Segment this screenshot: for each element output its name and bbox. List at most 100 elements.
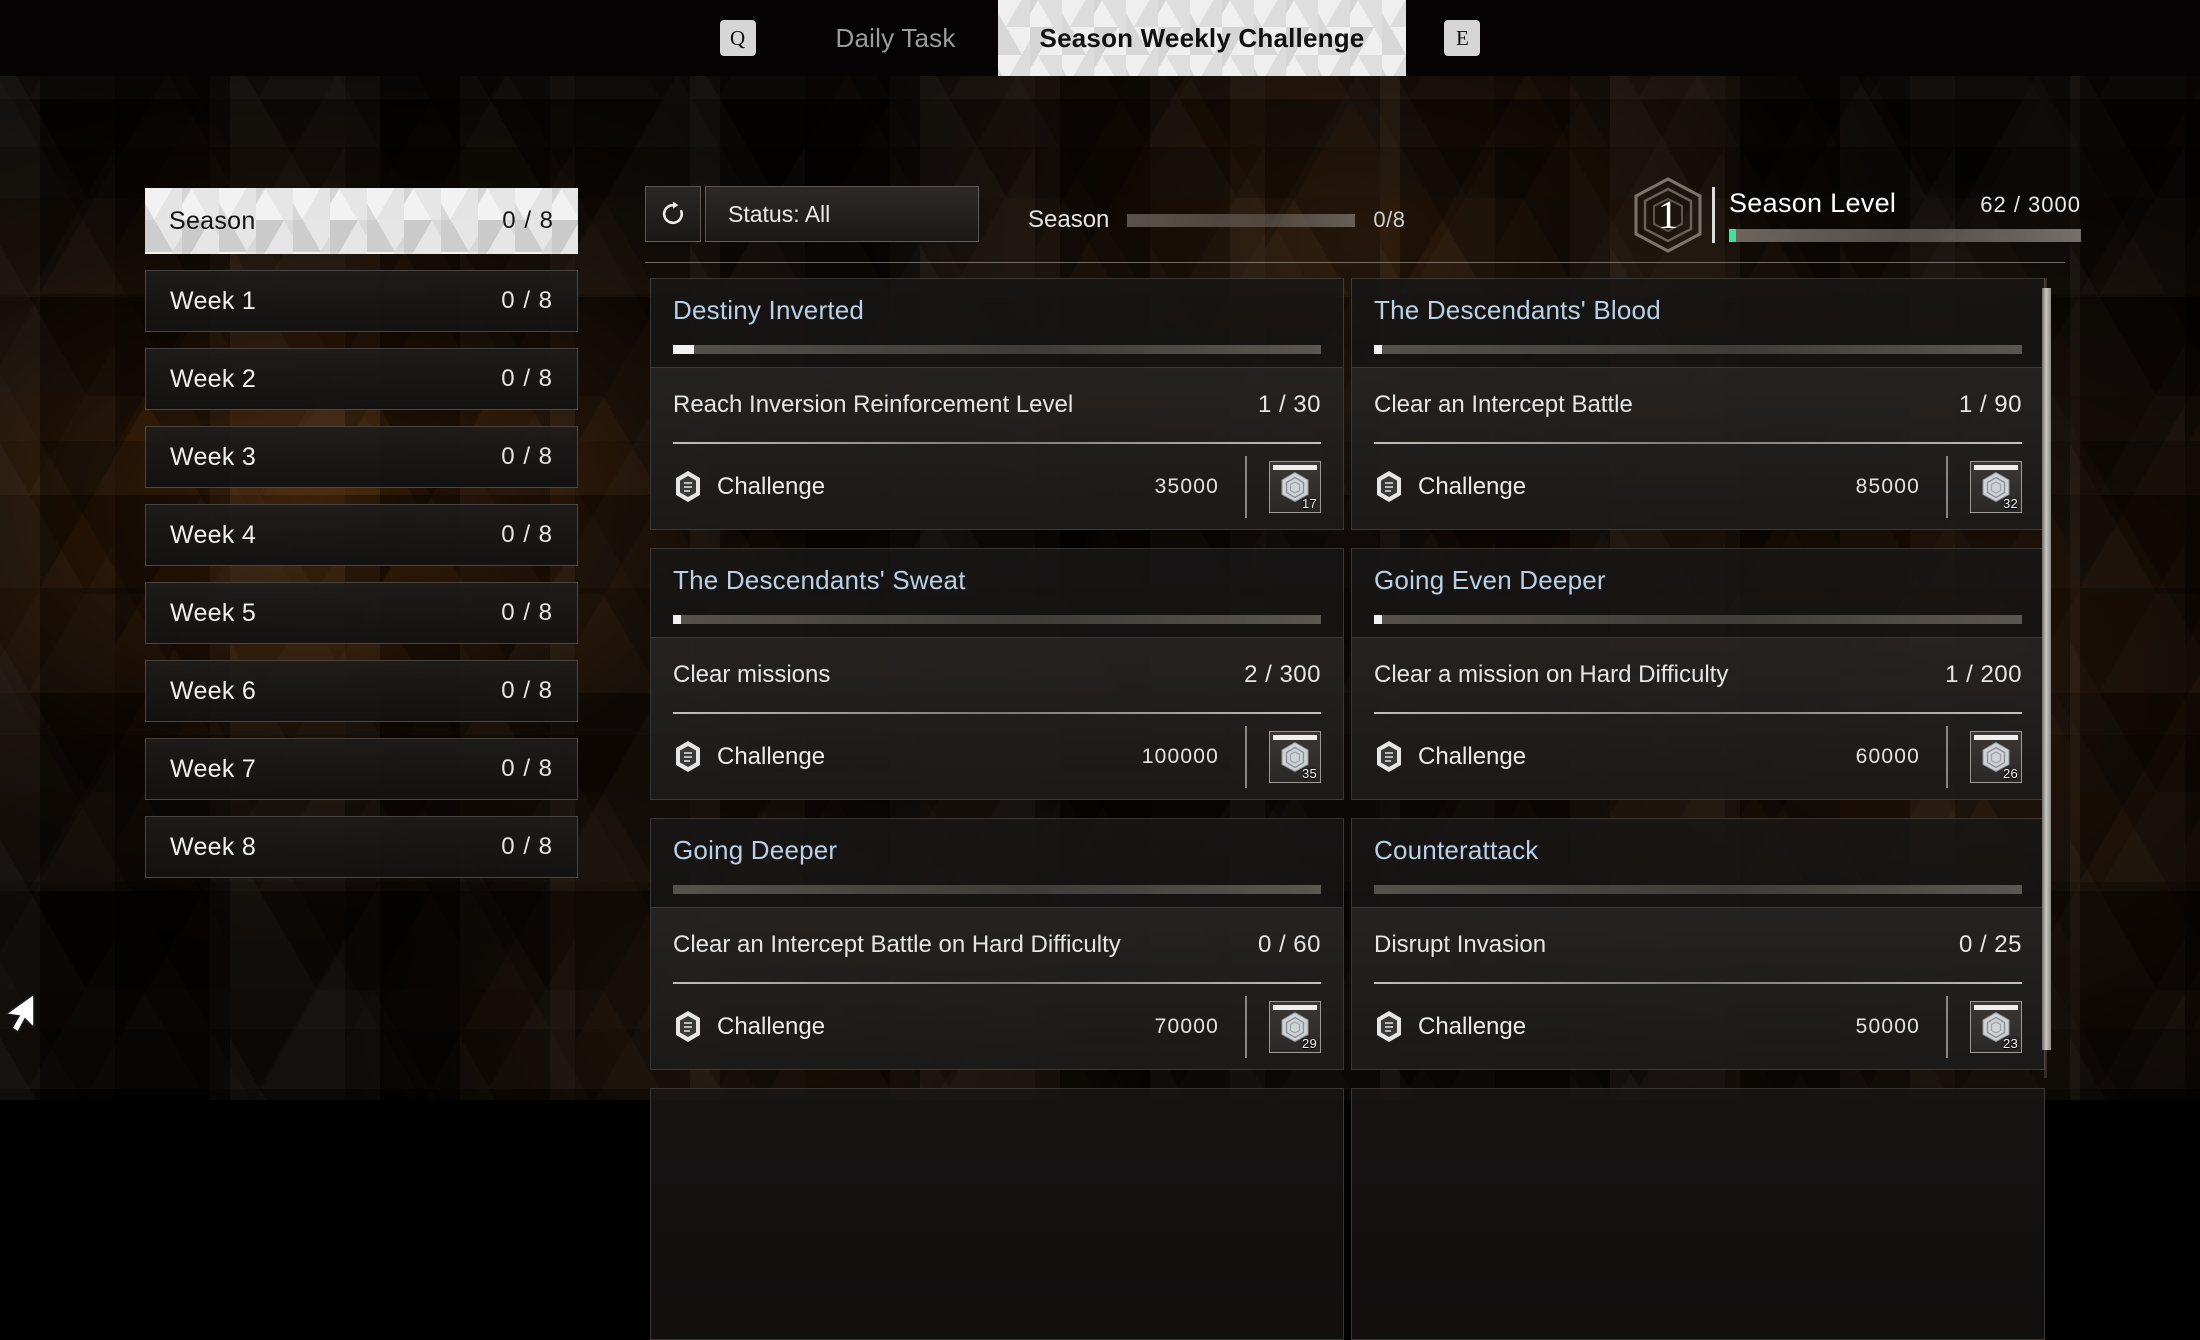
sidebar-item-week-6-count: 0 / 8	[501, 677, 553, 705]
challenge-card[interactable]: Going Deeper Clear an Intercept Battle o…	[650, 818, 1344, 1070]
season-level-progress-fill	[1729, 229, 1736, 242]
challenge-card-progress-fill	[673, 615, 681, 624]
challenge-card-body: Clear an Intercept Battle on Hard Diffic…	[651, 907, 1343, 1069]
sidebar-item-week-8-label: Week 8	[170, 833, 256, 862]
reward-item-quantity: 26	[2003, 766, 2018, 781]
season-progress-value: 0/8	[1373, 207, 1405, 233]
sidebar-item-week-8[interactable]: Week 8 0 / 8	[145, 816, 578, 878]
challenge-reward-row: Challenge 70000 29	[673, 984, 1321, 1069]
challenge-reward-separator	[1245, 726, 1247, 788]
challenge-card-progress-bar	[673, 615, 1321, 624]
challenge-reward-item-tile[interactable]: 23	[1970, 1001, 2022, 1053]
challenge-task-row: Disrupt Invasion 0 / 25	[1374, 908, 2022, 982]
season-level-amount: 62 / 3000	[1980, 192, 2081, 218]
sidebar-item-week-2[interactable]: Week 2 0 / 8	[145, 348, 578, 410]
sidebar-item-week-1[interactable]: Week 1 0 / 8	[145, 270, 578, 332]
refresh-button[interactable]	[645, 186, 701, 242]
content-top-divider	[645, 262, 2065, 263]
reward-item-quantity: 32	[2003, 496, 2018, 511]
challenge-card-title: Counterattack	[1374, 835, 2022, 866]
challenge-card-body: Disrupt Invasion 0 / 25 Challenge 50000 …	[1352, 907, 2044, 1069]
next-tab-key-icon[interactable]: E	[1444, 20, 1480, 56]
tab-season-weekly-challenge[interactable]: Season Weekly Challenge	[998, 0, 1407, 76]
sidebar-item-week-1-label: Week 1	[170, 287, 256, 316]
sidebar-item-season[interactable]: Season 0 / 8	[145, 188, 578, 254]
challenge-reward-amount: 85000	[1856, 475, 1920, 499]
reward-item-quantity: 35	[1302, 766, 1317, 781]
challenge-currency-icon	[673, 1010, 703, 1043]
tab-daily-task-label: Daily Task	[836, 23, 956, 54]
challenge-reward-row: Challenge 50000 23	[1374, 984, 2022, 1069]
challenge-reward-amount: 35000	[1155, 475, 1219, 499]
sidebar-item-week-5[interactable]: Week 5 0 / 8	[145, 582, 578, 644]
sidebar-item-week-3[interactable]: Week 3 0 / 8	[145, 426, 578, 488]
challenge-card[interactable]: The Descendants' Sweat Clear missions 2 …	[650, 548, 1344, 800]
challenge-task-count: 2 / 300	[1244, 661, 1321, 689]
refresh-icon	[659, 200, 687, 228]
season-level-divider	[1712, 187, 1715, 243]
challenge-card-title: Going Even Deeper	[1374, 565, 2022, 596]
challenge-card[interactable]: Destiny Inverted Reach Inversion Reinfor…	[650, 278, 1344, 530]
challenge-task-count: 0 / 25	[1959, 931, 2022, 959]
sidebar-item-week-2-count: 0 / 8	[501, 365, 553, 393]
challenge-task-name: Clear missions	[673, 661, 830, 689]
season-level-badge-icon: 1	[1630, 175, 1706, 255]
challenge-card-partial[interactable]	[650, 1088, 1344, 1340]
challenge-card-header: The Descendants' Sweat	[651, 549, 1343, 637]
challenge-reward-row: Challenge 35000 17	[673, 444, 1321, 529]
sidebar-item-week-5-count: 0 / 8	[501, 599, 553, 627]
content-scrollbar-thumb[interactable]	[2042, 288, 2051, 1050]
challenge-card-title: The Descendants' Sweat	[673, 565, 1321, 596]
prev-tab-key-icon[interactable]: Q	[720, 20, 756, 56]
challenge-task-name: Clear an Intercept Battle on Hard Diffic…	[673, 931, 1121, 959]
challenge-reward-amount: 70000	[1155, 1015, 1219, 1039]
challenge-reward-item-tile[interactable]: 17	[1269, 461, 1321, 513]
challenge-card-progress-bar	[673, 885, 1321, 894]
mouse-cursor-icon	[4, 992, 38, 1034]
tab-row: Q Daily Task Season Weekly Challenge E	[720, 0, 1481, 76]
challenge-reward-label: Challenge	[1418, 1013, 1526, 1041]
challenge-card-grid: Destiny Inverted Reach Inversion Reinfor…	[650, 278, 2045, 1100]
challenge-card[interactable]: Counterattack Disrupt Invasion 0 / 25 Ch…	[1351, 818, 2045, 1070]
challenge-card-body: Reach Inversion Reinforcement Level 1 / …	[651, 367, 1343, 529]
sidebar-item-season-label: Season	[169, 207, 256, 236]
challenge-reward-amount: 100000	[1142, 745, 1219, 769]
challenge-currency-icon	[1374, 740, 1404, 773]
challenge-reward-separator	[1245, 456, 1247, 518]
status-filter-dropdown[interactable]: Status: All	[705, 186, 979, 242]
challenge-task-row: Reach Inversion Reinforcement Level 1 / …	[673, 368, 1321, 442]
challenge-card-progress-bar	[1374, 885, 2022, 894]
challenge-card-partial[interactable]	[1351, 1088, 2045, 1340]
season-level-badge-number: 1	[1630, 175, 1706, 255]
sidebar-item-week-6[interactable]: Week 6 0 / 8	[145, 660, 578, 722]
challenge-reward-item-tile[interactable]: 35	[1269, 731, 1321, 783]
tab-daily-task[interactable]: Daily Task	[794, 0, 998, 76]
challenge-card-progress-fill	[673, 345, 694, 354]
challenge-card[interactable]: Going Even Deeper Clear a mission on Har…	[1351, 548, 2045, 800]
sidebar-item-week-5-label: Week 5	[170, 599, 256, 628]
challenge-card-progress-bar	[1374, 345, 2022, 354]
challenge-task-row: Clear missions 2 / 300	[673, 638, 1321, 712]
reward-item-quantity: 17	[1302, 496, 1317, 511]
reward-item-quantity: 29	[1302, 1036, 1317, 1051]
challenge-card-body: Clear missions 2 / 300 Challenge 100000 …	[651, 637, 1343, 799]
challenge-reward-row: Challenge 60000 26	[1374, 714, 2022, 799]
sidebar-item-week-7[interactable]: Week 7 0 / 8	[145, 738, 578, 800]
challenge-reward-item-tile[interactable]: 26	[1970, 731, 2022, 783]
challenge-task-count: 1 / 200	[1945, 661, 2022, 689]
challenge-reward-item-tile[interactable]: 32	[1970, 461, 2022, 513]
challenge-card[interactable]: The Descendants' Blood Clear an Intercep…	[1351, 278, 2045, 530]
challenge-card-body: Clear a mission on Hard Difficulty 1 / 2…	[1352, 637, 2044, 799]
sidebar-item-week-4[interactable]: Week 4 0 / 8	[145, 504, 578, 566]
challenge-task-row: Clear a mission on Hard Difficulty 1 / 2…	[1374, 638, 2022, 712]
challenge-currency-icon	[1374, 470, 1404, 503]
challenge-reward-item-tile[interactable]: 29	[1269, 1001, 1321, 1053]
top-navigation-bar: Q Daily Task Season Weekly Challenge E	[0, 0, 2200, 76]
sidebar-item-season-count: 0 / 8	[502, 207, 554, 235]
reward-item-quantity: 23	[2003, 1036, 2018, 1051]
challenge-currency-icon	[1374, 1010, 1404, 1043]
sidebar-item-week-7-label: Week 7	[170, 755, 256, 784]
challenge-reward-separator	[1946, 996, 1948, 1058]
challenge-reward-label: Challenge	[1418, 743, 1526, 771]
challenge-reward-separator	[1946, 726, 1948, 788]
